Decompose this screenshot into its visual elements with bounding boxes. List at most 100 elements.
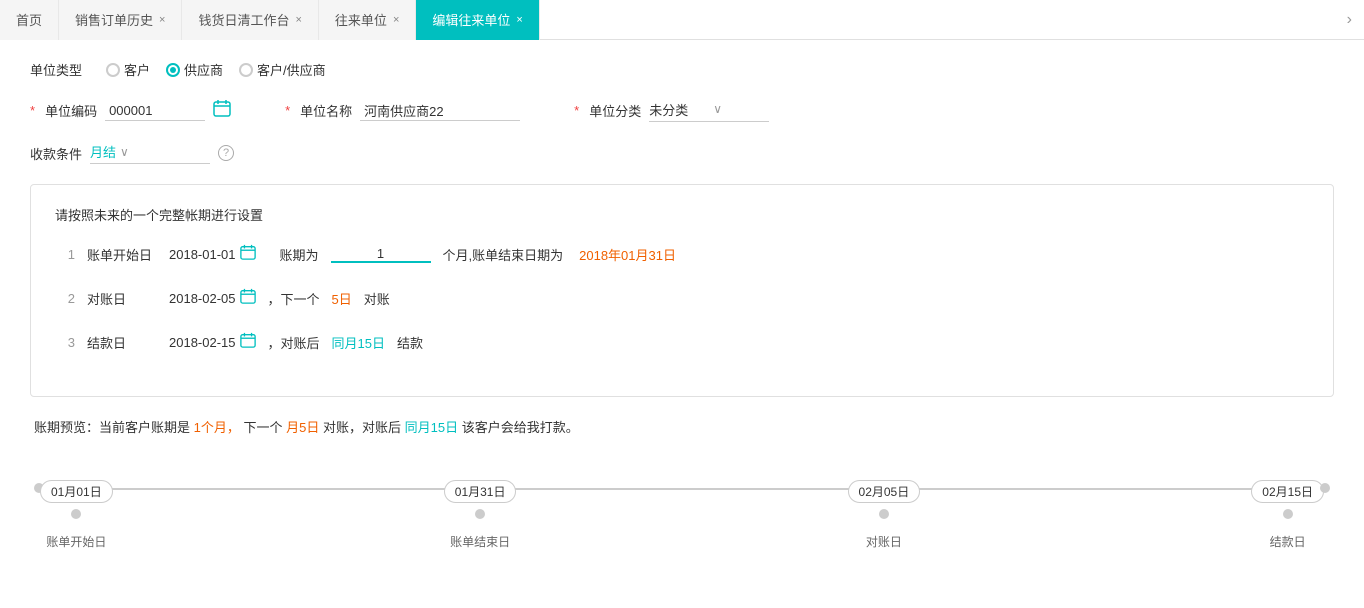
period-label-1: 账期为 xyxy=(280,245,319,264)
setting-item-1: 1 账单开始日 2018-01-01 账期为 个月,账单结束日期为 2018年0… xyxy=(55,244,1309,264)
radio-both-circle xyxy=(239,63,253,77)
tab-partner-units-label: 往来单位 xyxy=(335,10,387,29)
payment-cond-row: 收款条件 月结 ∨ ? xyxy=(30,142,1334,164)
cal-icon-2[interactable] xyxy=(240,288,256,308)
radio-supplier-label: 供应商 xyxy=(184,60,223,79)
payment-cond-label: 收款条件 xyxy=(30,144,82,163)
timeline-label-2: 对账日 xyxy=(866,533,902,550)
desc-suffix-3: 结款 xyxy=(397,333,423,352)
date-val-2: 2018-02-05 xyxy=(169,291,236,306)
setting-num-2: 2 xyxy=(55,291,75,306)
setting-item-2: 2 对账日 2018-02-05 ，下一个 5日 对账 xyxy=(55,288,1309,308)
category-chevron-icon: ∨ xyxy=(713,102,722,116)
content-area: 单位类型 客户 供应商 客户/供应商 * 单位编码 xyxy=(0,40,1364,608)
setting-num-1: 1 xyxy=(55,247,75,262)
timeline-date-2: 02月05日 xyxy=(848,480,921,503)
desc-highlight-2: 5日 xyxy=(332,289,352,308)
code-calendar-icon[interactable] xyxy=(213,99,231,122)
tab-edit-partner[interactable]: 编辑往来单位 × xyxy=(416,0,539,40)
tabs-arrow[interactable]: › xyxy=(1335,0,1364,40)
radio-both[interactable]: 客户/供应商 xyxy=(239,60,326,79)
desc-prefix-3: ，对账后 xyxy=(268,333,320,352)
payment-chevron-icon: ∨ xyxy=(120,145,129,159)
tab-edit-partner-close[interactable]: × xyxy=(516,14,522,26)
tab-home[interactable]: 首页 xyxy=(0,0,59,40)
payment-cond-select[interactable]: 月结 ∨ xyxy=(90,142,210,164)
date-val-1: 2018-01-01 xyxy=(169,247,236,262)
code-required-star: * xyxy=(30,103,35,118)
timeline-label-0: 账单开始日 xyxy=(46,533,106,550)
setting-label-2: 对账日 xyxy=(87,289,157,308)
unit-code-label: 单位编码 xyxy=(45,101,97,120)
settings-title: 请按照未来的一个完整帐期进行设置 xyxy=(55,205,1309,224)
unit-category-label: 单位分类 xyxy=(589,101,641,120)
timeline-label-1: 账单结束日 xyxy=(450,533,510,550)
tabs-bar: 首页 销售订单历史 × 钱货日清工作台 × 往来单位 × 编辑往来单位 × › xyxy=(0,0,1364,40)
timeline-nodes: 01月01日 账单开始日 01月31日 账单结束日 02月05日 对账日 02月… xyxy=(40,480,1324,550)
timeline-label-3: 结款日 xyxy=(1270,533,1306,550)
payment-cond-value: 月结 xyxy=(90,142,116,161)
timeline-dot-2 xyxy=(879,509,889,519)
tab-cash-workbench-label: 钱货日清工作台 xyxy=(198,10,289,29)
timeline-node-0: 01月01日 账单开始日 xyxy=(40,480,113,550)
period-input-1[interactable] xyxy=(331,246,431,263)
unit-code-input[interactable] xyxy=(105,101,205,121)
timeline-node-3: 02月15日 结款日 xyxy=(1251,480,1324,550)
setting-date-1: 2018-01-01 xyxy=(169,244,256,264)
cal-icon-1[interactable] xyxy=(240,244,256,264)
unit-category-select[interactable]: 未分类 ∨ xyxy=(649,100,769,122)
timeline-node-2: 02月05日 对账日 xyxy=(848,480,921,550)
unit-category-field: * 单位分类 未分类 ∨ xyxy=(574,100,769,122)
preview-prefix: 账期预览：当前客户账期是 xyxy=(34,420,190,435)
desc-suffix-2: 对账 xyxy=(364,289,390,308)
tab-cash-workbench-close[interactable]: × xyxy=(295,14,301,26)
setting-num-3: 3 xyxy=(55,335,75,350)
unit-info-row: * 单位编码 * 单位名称 * 单位分类 未分类 ∨ xyxy=(30,99,1334,122)
radio-customer[interactable]: 客户 xyxy=(106,60,150,79)
preview-reconcile-suffix: 对账，对账后 xyxy=(323,420,401,435)
setting-date-2: 2018-02-05 xyxy=(169,288,256,308)
preview-reconcile: 月5日 xyxy=(286,420,319,435)
preview-months: 1个月， xyxy=(194,420,240,435)
timeline-date-0: 01月01日 xyxy=(40,480,113,503)
tab-cash-workbench[interactable]: 钱货日清工作台 × xyxy=(182,0,318,40)
category-required-star: * xyxy=(574,103,579,118)
tab-edit-partner-label: 编辑往来单位 xyxy=(432,10,510,29)
setting-item-3: 3 结款日 2018-02-15 ，对账后 同月15日 结款 xyxy=(55,332,1309,352)
tab-sales-history[interactable]: 销售订单历史 × xyxy=(59,0,182,40)
cal-icon-3[interactable] xyxy=(240,332,256,352)
setting-date-3: 2018-02-15 xyxy=(169,332,256,352)
unit-type-radio-group: 客户 供应商 客户/供应商 xyxy=(106,60,326,79)
tab-home-label: 首页 xyxy=(16,10,42,29)
preview-bar: 账期预览：当前客户账期是 1个月， 下一个 月5日 对账，对账后 同月15日 该… xyxy=(30,417,1334,436)
unit-name-input[interactable] xyxy=(360,101,520,121)
timeline-node-1: 01月31日 账单结束日 xyxy=(444,480,517,550)
radio-supplier[interactable]: 供应商 xyxy=(166,60,223,79)
unit-type-label: 单位类型 xyxy=(30,60,82,79)
radio-customer-circle xyxy=(106,63,120,77)
unit-code-field: * 单位编码 xyxy=(30,99,231,122)
period-unit-1: 个月,账单结束日期为 xyxy=(443,245,564,264)
timeline-wrap: 01月01日 账单开始日 01月31日 账单结束日 02月05日 对账日 02月… xyxy=(40,460,1324,580)
tab-sales-history-close[interactable]: × xyxy=(159,14,165,26)
desc-highlight-3: 同月15日 xyxy=(332,333,385,352)
name-required-star: * xyxy=(285,103,290,118)
date-val-3: 2018-02-15 xyxy=(169,335,236,350)
unit-name-field: * 单位名称 xyxy=(285,101,520,121)
period-end-date-1: 2018年01月31日 xyxy=(579,245,676,264)
settings-box: 请按照未来的一个完整帐期进行设置 1 账单开始日 2018-01-01 账期为 … xyxy=(30,184,1334,397)
help-icon[interactable]: ? xyxy=(218,145,234,161)
radio-supplier-circle xyxy=(166,63,180,77)
preview-suffix: 该客户会给我打款。 xyxy=(462,420,579,435)
tab-partner-units[interactable]: 往来单位 × xyxy=(319,0,416,40)
timeline-end-dot xyxy=(1320,483,1330,493)
unit-type-field: 单位类型 xyxy=(30,60,82,79)
tab-partner-units-close[interactable]: × xyxy=(393,14,399,26)
timeline-dot-3 xyxy=(1283,509,1293,519)
timeline-dot-0 xyxy=(71,509,81,519)
preview-payment: 同月15日 xyxy=(405,420,458,435)
unit-name-label: 单位名称 xyxy=(300,101,352,120)
unit-type-row: 单位类型 客户 供应商 客户/供应商 xyxy=(30,60,1334,79)
unit-category-value: 未分类 xyxy=(649,100,709,119)
setting-label-3: 结款日 xyxy=(87,333,157,352)
